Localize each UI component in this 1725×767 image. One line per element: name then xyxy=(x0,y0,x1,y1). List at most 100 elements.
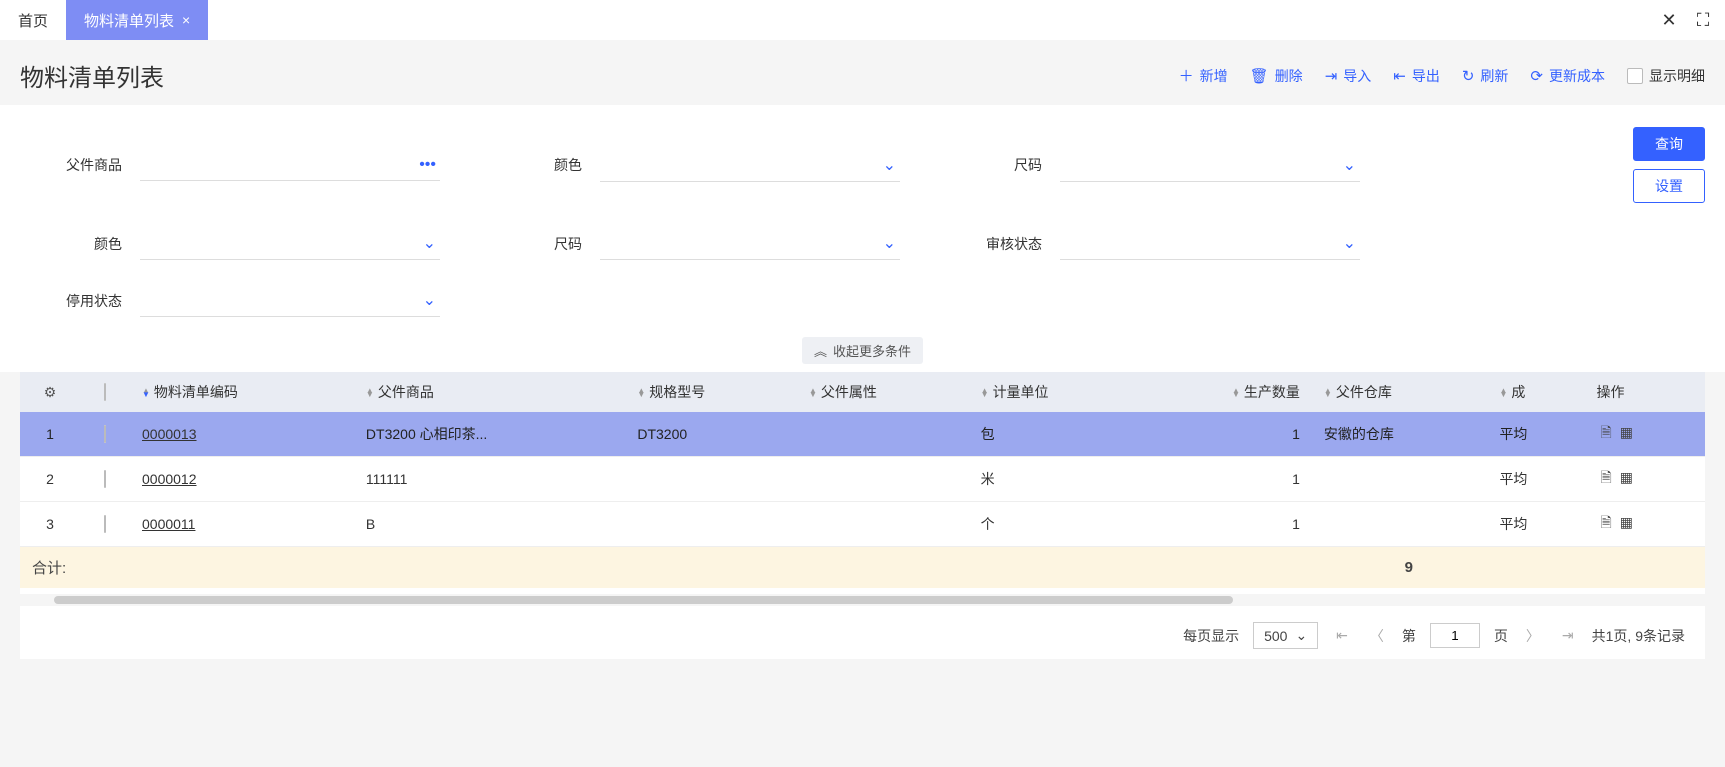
filter-disable-status: 停用状态 ⌄ xyxy=(20,284,440,317)
chevron-down-icon[interactable]: ⌄ xyxy=(883,155,896,175)
cell-qty: 1 xyxy=(1140,502,1312,547)
col-spec[interactable]: ▲▼规格型号 xyxy=(625,372,797,412)
import-icon: ⇥ xyxy=(1325,67,1338,85)
col-qty[interactable]: ▲▼生产数量 xyxy=(1140,372,1312,412)
cell-warehouse xyxy=(1312,502,1488,547)
color2-select[interactable]: ⌄ xyxy=(140,227,440,260)
tab-home[interactable]: 首页 xyxy=(0,0,66,40)
pager-summary: 共1页, 9条记录 xyxy=(1592,626,1685,646)
col-code[interactable]: ▲▼物料清单编码 xyxy=(130,372,354,412)
cell-unit: 包 xyxy=(969,412,1141,457)
page-prefix: 第 xyxy=(1402,626,1416,646)
first-page-button[interactable]: ⇤ xyxy=(1332,627,1352,644)
horizontal-scrollbar[interactable] xyxy=(20,594,1705,606)
chevron-down-icon[interactable]: ⌄ xyxy=(883,233,896,253)
parent-product-input[interactable]: ••• xyxy=(140,150,440,181)
col-warehouse[interactable]: ▲▼父件仓库 xyxy=(1312,372,1488,412)
grid-icon[interactable]: ▦ xyxy=(1620,424,1633,441)
tab-bar: 首页 物料清单列表 × ✕ ⛶ xyxy=(0,0,1725,40)
page-title: 物料清单列表 xyxy=(20,58,164,93)
scroll-thumb[interactable] xyxy=(54,596,1234,604)
toolbar: 物料清单列表 ＋新增 🗑删除 ⇥导入 ⇤导出 ↻刷新 ⟳更新成本 显示明细 xyxy=(0,40,1725,105)
col-cost[interactable]: ▲▼成 xyxy=(1487,372,1584,412)
row-index: 3 xyxy=(20,502,80,547)
cell-cost: 平均 xyxy=(1487,502,1584,547)
table-row[interactable]: 30000011B个1平均🗎▦ xyxy=(20,502,1705,547)
filter-size2: 尺码 ⌄ xyxy=(480,227,900,260)
gear-icon[interactable]: ⚙ xyxy=(42,384,58,400)
filter-parent-product: 父件商品 ••• xyxy=(20,127,440,203)
code-link[interactable]: 0000012 xyxy=(142,471,197,487)
chevron-down-icon[interactable]: ⌄ xyxy=(423,290,436,310)
collapse-bar: ︽ 收起更多条件 xyxy=(20,329,1705,372)
cell-parent: DT3200 心相印茶... xyxy=(354,412,625,457)
view-icon[interactable]: 🗎 xyxy=(1601,512,1612,536)
select-all-checkbox[interactable] xyxy=(104,383,106,401)
last-page-button[interactable]: ⇥ xyxy=(1558,627,1578,644)
col-ops: 操作 xyxy=(1585,372,1705,412)
show-detail-toggle[interactable]: 显示明细 xyxy=(1627,66,1705,86)
checkbox-icon xyxy=(1627,68,1643,84)
row-checkbox[interactable] xyxy=(104,425,106,443)
cell-spec: DT3200 xyxy=(625,412,797,457)
cell-spec xyxy=(625,502,797,547)
totals-qty: 9 xyxy=(1405,559,1413,576)
grid-icon[interactable]: ▦ xyxy=(1620,514,1633,531)
refresh-button[interactable]: ↻刷新 xyxy=(1462,66,1509,86)
filter-audit-status: 审核状态 ⌄ xyxy=(940,227,1360,260)
size-select[interactable]: ⌄ xyxy=(1060,149,1360,182)
col-parent[interactable]: ▲▼父件商品 xyxy=(354,372,625,412)
close-icon[interactable]: × xyxy=(182,12,190,28)
chevron-down-icon[interactable]: ⌄ xyxy=(423,233,436,253)
tab-bom-list[interactable]: 物料清单列表 × xyxy=(66,0,208,40)
cell-qty: 1 xyxy=(1140,412,1312,457)
table-row[interactable]: 10000013DT3200 心相印茶...DT3200包1安徽的仓库平均🗎▦ xyxy=(20,412,1705,457)
cell-ops: 🗎▦ xyxy=(1585,457,1705,502)
row-checkbox[interactable] xyxy=(104,515,106,533)
chevron-down-icon[interactable]: ⌄ xyxy=(1343,233,1356,253)
row-index: 1 xyxy=(20,412,80,457)
cell-qty: 1 xyxy=(1140,457,1312,502)
view-icon[interactable]: 🗎 xyxy=(1601,467,1612,491)
code-link[interactable]: 0000011 xyxy=(142,516,195,532)
fullscreen-icon[interactable]: ⛶ xyxy=(1689,6,1717,34)
toolbar-actions: ＋新增 🗑删除 ⇥导入 ⇤导出 ↻刷新 ⟳更新成本 显示明细 xyxy=(1179,65,1705,86)
delete-button[interactable]: 🗑删除 xyxy=(1250,66,1303,86)
table-header-row: ⚙ ▲▼物料清单编码 ▲▼父件商品 ▲▼规格型号 ▲▼父件属性 ▲▼计量单位 ▲… xyxy=(20,372,1705,412)
color-select[interactable]: ⌄ xyxy=(600,149,900,182)
query-button[interactable]: 查询 xyxy=(1633,127,1705,161)
col-attr[interactable]: ▲▼父件属性 xyxy=(797,372,969,412)
cost-icon: ⟳ xyxy=(1530,67,1543,85)
add-button[interactable]: ＋新增 xyxy=(1179,65,1228,86)
cell-parent: 111111 xyxy=(354,457,625,502)
view-icon[interactable]: 🗎 xyxy=(1601,422,1612,446)
per-page-select[interactable]: 500⌄ xyxy=(1253,622,1318,649)
import-button[interactable]: ⇥导入 xyxy=(1325,66,1372,86)
close-all-icon[interactable]: ✕ xyxy=(1655,6,1683,34)
chevron-down-icon[interactable]: ⌄ xyxy=(1343,155,1356,175)
update-cost-button[interactable]: ⟳更新成本 xyxy=(1530,66,1605,86)
table-row[interactable]: 20000012111111米1平均🗎▦ xyxy=(20,457,1705,502)
prev-page-button[interactable]: 〈 xyxy=(1366,626,1388,646)
pager: 每页显示 500⌄ ⇤ 〈 第 页 〉 ⇥ 共1页, 9条记录 xyxy=(20,612,1705,659)
setting-button[interactable]: 设置 xyxy=(1633,169,1705,203)
next-page-button[interactable]: 〉 xyxy=(1522,626,1544,646)
code-link[interactable]: 0000013 xyxy=(142,426,197,442)
collapse-button[interactable]: ︽ 收起更多条件 xyxy=(802,337,923,364)
cell-attr xyxy=(797,457,969,502)
cell-unit: 米 xyxy=(969,457,1141,502)
export-button[interactable]: ⇤导出 xyxy=(1393,66,1440,86)
page-suffix: 页 xyxy=(1494,626,1508,646)
cell-parent: B xyxy=(354,502,625,547)
disable-status-select[interactable]: ⌄ xyxy=(140,284,440,317)
grid-icon[interactable]: ▦ xyxy=(1620,469,1633,486)
row-checkbox[interactable] xyxy=(104,470,106,488)
page-input[interactable] xyxy=(1430,623,1480,648)
more-icon[interactable]: ••• xyxy=(419,156,436,174)
trash-icon: 🗑 xyxy=(1250,67,1269,85)
totals-row: 合计: 9 xyxy=(20,547,1705,588)
audit-status-select[interactable]: ⌄ xyxy=(1060,227,1360,260)
size2-select[interactable]: ⌄ xyxy=(600,227,900,260)
export-icon: ⇤ xyxy=(1393,67,1406,85)
col-unit[interactable]: ▲▼计量单位 xyxy=(969,372,1141,412)
